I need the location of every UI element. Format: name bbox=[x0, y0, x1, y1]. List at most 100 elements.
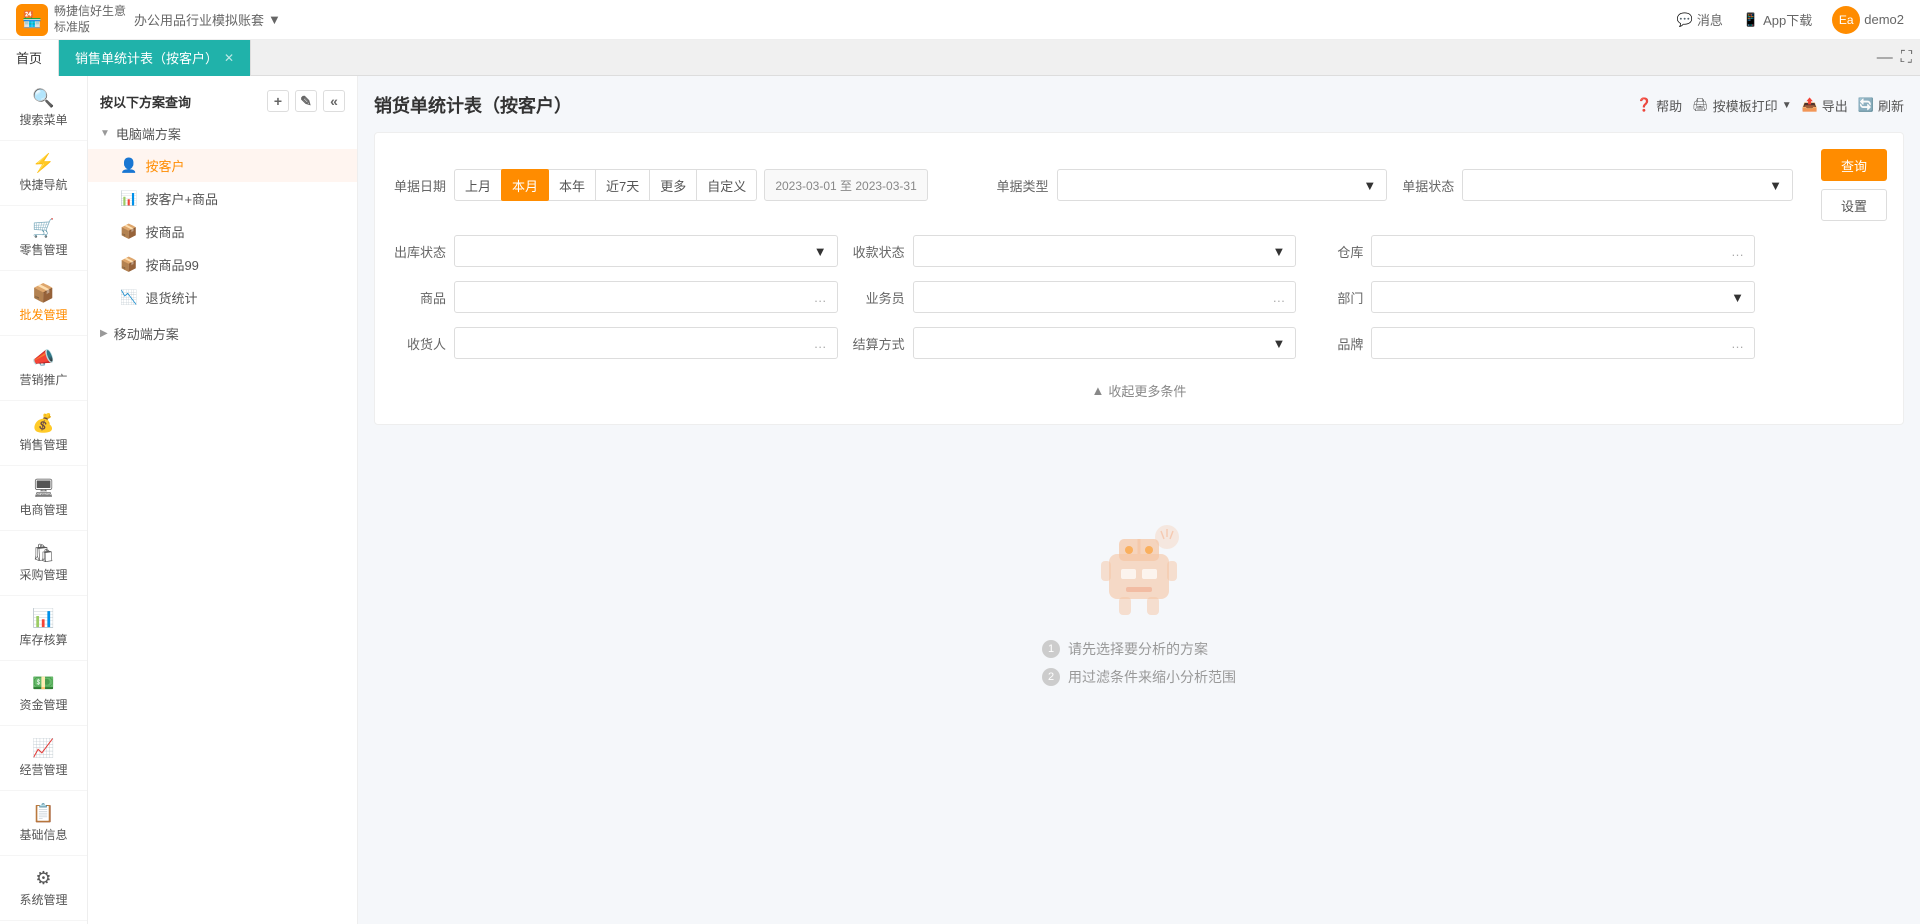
scheme-edit-button[interactable]: ✎ bbox=[295, 90, 317, 112]
out-status-select[interactable]: ▼ bbox=[454, 235, 838, 267]
tab-close-icon[interactable]: ✕ bbox=[224, 51, 234, 65]
sidebar-item-wholesale[interactable]: 📦 批发管理 bbox=[0, 271, 87, 336]
sales-icon: 💰 bbox=[8, 413, 79, 434]
scheme-group-desktop: ▼ 电脑端方案 👤 按客户 📊 按客户+商品 📦 按商品 📦 按商品 bbox=[88, 118, 357, 314]
warehouse-label: 仓库 bbox=[1308, 242, 1363, 261]
tab-maximize-icon[interactable]: ⛶ bbox=[1901, 49, 1912, 67]
empty-tips: 1 请先选择要分析的方案 2 用过滤条件来缩小分析范围 bbox=[1042, 639, 1236, 687]
sidebar-item-sales[interactable]: 💰 销售管理 bbox=[0, 401, 87, 466]
scheme-item-by-goods99[interactable]: 📦 按商品99 bbox=[88, 248, 357, 281]
app-icon: 📱 bbox=[1743, 12, 1759, 28]
sidebar-item-inventory[interactable]: 📊 库存核算 bbox=[0, 596, 87, 661]
settle-select[interactable]: ▼ bbox=[913, 327, 1297, 359]
sidebar-item-marketing[interactable]: 📣 营销推广 bbox=[0, 336, 87, 401]
sidebar-item-purchase[interactable]: 🛍 采购管理 bbox=[0, 531, 87, 596]
sidebar-item-basic[interactable]: 📋 基础信息 bbox=[0, 791, 87, 856]
export-icon: 📤 bbox=[1802, 97, 1818, 113]
settings-button[interactable]: 设置 bbox=[1821, 189, 1887, 221]
settle-dropdown-icon: ▼ bbox=[1272, 336, 1285, 351]
out-status-dropdown-icon: ▼ bbox=[814, 244, 827, 259]
scheme-group-mobile: ▶ 移动端方案 bbox=[88, 318, 357, 349]
avatar: Ea bbox=[1832, 6, 1860, 34]
brand-more-icon: … bbox=[1731, 336, 1744, 351]
receipt-status-select[interactable]: ▼ bbox=[913, 235, 1297, 267]
breadcrumb: 办公用品行业模拟账套 ▼ bbox=[134, 10, 281, 29]
scheme-customer-goods-icon: 📊 bbox=[120, 190, 137, 207]
sidebar-item-retail[interactable]: 🛒 零售管理 bbox=[0, 206, 87, 271]
scheme-item-by-customer-goods[interactable]: 📊 按客户+商品 bbox=[88, 182, 357, 215]
goods-input[interactable]: … bbox=[454, 281, 838, 313]
tab-minimize-icon[interactable]: — bbox=[1877, 49, 1893, 67]
inventory-icon: 📊 bbox=[8, 608, 79, 629]
brand-input[interactable]: … bbox=[1371, 327, 1755, 359]
date-label: 单据日期 bbox=[391, 176, 446, 195]
user-area[interactable]: Ea demo2 bbox=[1832, 6, 1904, 34]
doc-status-select[interactable]: ▼ bbox=[1462, 169, 1793, 201]
message-action[interactable]: 💬 消息 bbox=[1677, 10, 1723, 29]
app-download-action[interactable]: 📱 App下载 bbox=[1743, 10, 1812, 29]
message-icon: 💬 bbox=[1677, 12, 1693, 28]
sidebar-item-quick-nav[interactable]: ⚡ 快捷导航 bbox=[0, 141, 87, 206]
sidebar-item-ecom[interactable]: 🖥 电商管理 bbox=[0, 466, 87, 531]
warehouse-input[interactable]: … bbox=[1371, 235, 1755, 267]
finance-icon: 💵 bbox=[8, 673, 79, 694]
goods-label: 商品 bbox=[391, 288, 446, 307]
scheme-item-return-stats[interactable]: 📉 退货统计 bbox=[88, 281, 357, 314]
staff-input[interactable]: … bbox=[913, 281, 1297, 313]
scheme-goods-icon: 📦 bbox=[120, 223, 137, 240]
basic-icon: 📋 bbox=[8, 803, 79, 824]
sidebar-item-system[interactable]: ⚙ 系统管理 bbox=[0, 856, 87, 921]
sidebar-item-operations[interactable]: 📈 经营管理 bbox=[0, 726, 87, 791]
date-btn-7days[interactable]: 近7天 bbox=[595, 169, 650, 201]
scheme-group-mobile-header[interactable]: ▶ 移动端方案 bbox=[88, 318, 357, 349]
group-mobile-arrow: ▶ bbox=[100, 328, 108, 339]
sidebar-item-finance[interactable]: 💵 资金管理 bbox=[0, 661, 87, 726]
date-btn-this-year[interactable]: 本年 bbox=[548, 169, 596, 201]
dept-dropdown-icon: ▼ bbox=[1731, 290, 1744, 305]
scheme-collapse-button[interactable]: « bbox=[323, 90, 345, 112]
purchase-icon: 🛍 bbox=[8, 543, 79, 564]
filter-box: 单据日期 上月 本月 本年 近7天 更多 自定义 2023-03-01 至 20… bbox=[374, 132, 1904, 425]
date-btn-custom[interactable]: 自定义 bbox=[696, 169, 757, 201]
top-bar-left: 🏪 畅捷信好生意 标准版 办公用品行业模拟账套 ▼ bbox=[16, 4, 281, 36]
collapse-arrow-icon: ▲ bbox=[1092, 383, 1105, 398]
search-menu-icon: 🔍 bbox=[8, 88, 79, 109]
scheme-item-by-customer[interactable]: 👤 按客户 bbox=[88, 149, 357, 182]
staff-more-icon: … bbox=[1272, 290, 1285, 305]
scheme-group-desktop-header[interactable]: ▼ 电脑端方案 bbox=[88, 118, 357, 149]
scheme-return-icon: 📉 bbox=[120, 289, 137, 306]
date-range-display: 2023-03-01 至 2023-03-31 bbox=[764, 169, 927, 201]
tab-sales-stats[interactable]: 销售单统计表（按客户） ✕ bbox=[59, 40, 251, 76]
dept-select[interactable]: ▼ bbox=[1371, 281, 1755, 313]
staff-label: 业务员 bbox=[850, 288, 905, 307]
receiver-input[interactable]: … bbox=[454, 327, 838, 359]
scheme-item-by-goods[interactable]: 📦 按商品 bbox=[88, 215, 357, 248]
sidebar: 🔍 搜索菜单 ⚡ 快捷导航 🛒 零售管理 📦 批发管理 📣 营销推广 💰 销售管… bbox=[0, 76, 88, 924]
refresh-action[interactable]: 🔄 刷新 bbox=[1858, 96, 1904, 115]
print-template-action[interactable]: 🖨 按模板打印 ▼ bbox=[1692, 96, 1791, 115]
doc-type-select[interactable]: ▼ bbox=[1057, 169, 1388, 201]
out-status-label: 出库状态 bbox=[391, 242, 446, 261]
receipt-status-label: 收款状态 bbox=[850, 242, 905, 261]
scheme-goods99-icon: 📦 bbox=[120, 256, 137, 273]
refresh-icon: 🔄 bbox=[1858, 97, 1874, 113]
date-btn-last-month[interactable]: 上月 bbox=[454, 169, 502, 201]
query-button[interactable]: 查询 bbox=[1821, 149, 1887, 181]
sidebar-item-search-menu[interactable]: 🔍 搜索菜单 bbox=[0, 76, 87, 141]
logo-area: 🏪 畅捷信好生意 标准版 bbox=[16, 4, 126, 36]
export-action[interactable]: 📤 导出 bbox=[1802, 96, 1848, 115]
content-area: 按以下方案查询 + ✎ « ▼ 电脑端方案 👤 按客户 📊 bbox=[88, 76, 1920, 924]
receipt-status-dropdown-icon: ▼ bbox=[1272, 244, 1285, 259]
scheme-add-button[interactable]: + bbox=[267, 90, 289, 112]
main-content: 销货单统计表（按客户） ❓ 帮助 🖨 按模板打印 ▼ 📤 导出 bbox=[358, 76, 1920, 924]
date-btn-this-month[interactable]: 本月 bbox=[501, 169, 549, 201]
tab-bar: 首页 销售单统计表（按客户） ✕ — ⛶ bbox=[0, 40, 1920, 76]
date-btn-more[interactable]: 更多 bbox=[649, 169, 697, 201]
ecom-icon: 🖥 bbox=[8, 478, 79, 499]
collapse-bar[interactable]: ▲ 收起更多条件 bbox=[391, 373, 1887, 408]
dept-label: 部门 bbox=[1308, 288, 1363, 307]
tab-home[interactable]: 首页 bbox=[0, 40, 59, 76]
warehouse-more-icon: … bbox=[1731, 244, 1744, 259]
help-action[interactable]: ❓ 帮助 bbox=[1636, 96, 1682, 115]
doc-type-dropdown-icon: ▼ bbox=[1363, 178, 1376, 193]
